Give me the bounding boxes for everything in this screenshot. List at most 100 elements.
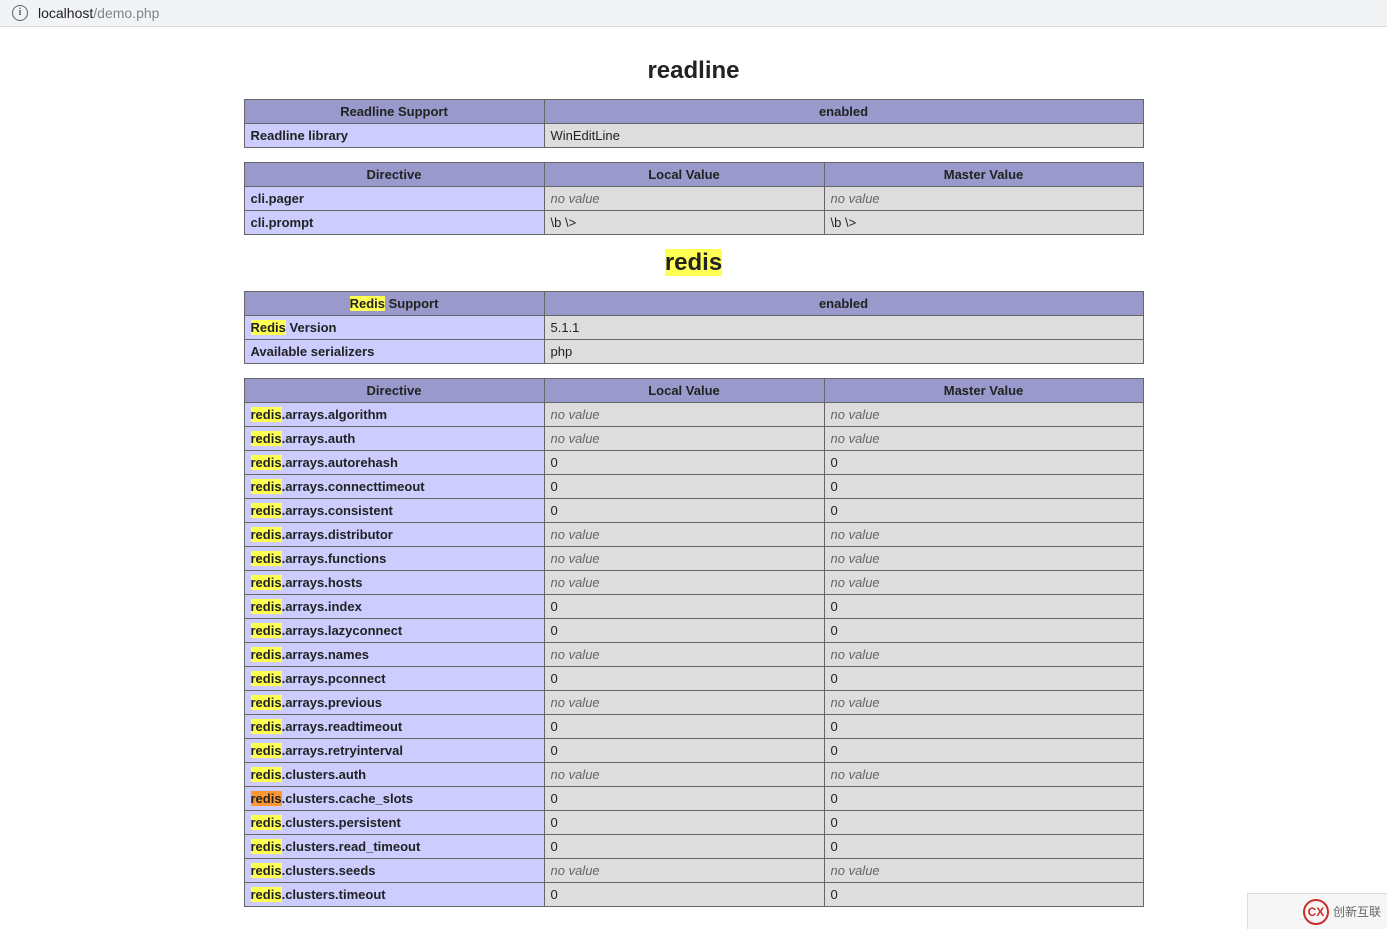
table-cell: 0 [544, 739, 824, 763]
table-cell: redis.arrays.pconnect [244, 667, 544, 691]
table-cell: 0 [544, 811, 824, 835]
url-path: /demo.php [93, 5, 159, 21]
phpinfo-content: readline Readline Support enabled Readli… [244, 27, 1144, 907]
table-cell: 5.1.1 [544, 316, 1143, 340]
table-cell: 0 [824, 667, 1143, 691]
table-row: redis.clusters.cache_slots00 [244, 787, 1143, 811]
table-row: redis.arrays.algorithmno valueno value [244, 403, 1143, 427]
table-cell: redis.arrays.auth [244, 427, 544, 451]
table-cell: no value [824, 763, 1143, 787]
redis-directives-table: Directive Local Value Master Value redis… [244, 378, 1144, 907]
table-row: Readline libraryWinEditLine [244, 124, 1143, 148]
table-cell: 0 [544, 715, 824, 739]
table-cell: Redis Version [244, 316, 544, 340]
table-row: redis.arrays.lazyconnect00 [244, 619, 1143, 643]
table-cell: no value [824, 427, 1143, 451]
table-row: redis.arrays.previousno valueno value [244, 691, 1143, 715]
table-cell: no value [544, 187, 824, 211]
table-header: Master Value [824, 379, 1143, 403]
table-header: Directive [244, 163, 544, 187]
table-cell: 0 [544, 451, 824, 475]
table-row: redis.arrays.retryinterval00 [244, 739, 1143, 763]
table-cell: redis.arrays.retryinterval [244, 739, 544, 763]
table-header: Master Value [824, 163, 1143, 187]
table-cell: redis.arrays.names [244, 643, 544, 667]
table-cell: redis.arrays.hosts [244, 571, 544, 595]
watermark: CX 创新互联 [1247, 893, 1387, 929]
table-cell: redis.arrays.algorithm [244, 403, 544, 427]
table-cell: Readline library [244, 124, 544, 148]
table-cell: WinEditLine [544, 124, 1143, 148]
section-heading-redis: redis [244, 249, 1144, 277]
table-row: Redis Version5.1.1 [244, 316, 1143, 340]
table-row: redis.arrays.pconnect00 [244, 667, 1143, 691]
readline-support-table: Readline Support enabled Readline librar… [244, 99, 1144, 148]
table-cell: 0 [824, 715, 1143, 739]
table-cell: 0 [824, 595, 1143, 619]
table-cell: 0 [824, 811, 1143, 835]
table-cell: 0 [544, 619, 824, 643]
table-cell: redis.arrays.consistent [244, 499, 544, 523]
table-row: redis.arrays.functionsno valueno value [244, 547, 1143, 571]
table-row: redis.clusters.authno valueno value [244, 763, 1143, 787]
table-cell: \b \> [544, 211, 824, 235]
address-bar[interactable]: i localhost/demo.php [0, 0, 1387, 27]
info-icon[interactable]: i [12, 5, 28, 21]
table-row: redis.clusters.timeout00 [244, 883, 1143, 907]
table-header: Redis Support [244, 292, 544, 316]
table-row: cli.prompt\b \>\b \> [244, 211, 1143, 235]
table-cell: redis.arrays.index [244, 595, 544, 619]
redis-support-table: Redis Support enabled Redis Version5.1.1… [244, 291, 1144, 364]
table-cell: no value [544, 571, 824, 595]
table-row: redis.arrays.consistent00 [244, 499, 1143, 523]
table-cell: redis.clusters.read_timeout [244, 835, 544, 859]
table-cell: no value [544, 547, 824, 571]
url: localhost/demo.php [38, 5, 159, 21]
table-cell: cli.prompt [244, 211, 544, 235]
table-cell: 0 [824, 739, 1143, 763]
watermark-icon: CX [1303, 899, 1329, 925]
table-cell: redis.arrays.functions [244, 547, 544, 571]
table-cell: \b \> [824, 211, 1143, 235]
table-cell: redis.arrays.connecttimeout [244, 475, 544, 499]
table-header: Directive [244, 379, 544, 403]
table-cell: 0 [824, 883, 1143, 907]
url-host: localhost [38, 5, 93, 21]
table-cell: redis.arrays.readtimeout [244, 715, 544, 739]
table-cell: no value [544, 643, 824, 667]
table-cell: 0 [824, 451, 1143, 475]
table-cell: 0 [544, 883, 824, 907]
table-cell: 0 [824, 619, 1143, 643]
table-cell: php [544, 340, 1143, 364]
table-cell: redis.clusters.cache_slots [244, 787, 544, 811]
table-cell: no value [824, 643, 1143, 667]
table-row: redis.arrays.autorehash00 [244, 451, 1143, 475]
table-header: Readline Support [244, 100, 544, 124]
table-cell: no value [544, 523, 824, 547]
table-row: redis.arrays.readtimeout00 [244, 715, 1143, 739]
table-cell: 0 [544, 835, 824, 859]
table-cell: redis.clusters.seeds [244, 859, 544, 883]
table-cell: no value [824, 523, 1143, 547]
readline-directives-table: Directive Local Value Master Value cli.p… [244, 162, 1144, 235]
table-cell: 0 [544, 475, 824, 499]
table-cell: 0 [544, 499, 824, 523]
table-cell: no value [544, 859, 824, 883]
table-row: redis.arrays.hostsno valueno value [244, 571, 1143, 595]
table-cell: redis.arrays.previous [244, 691, 544, 715]
table-row: redis.arrays.authno valueno value [244, 427, 1143, 451]
table-cell: Available serializers [244, 340, 544, 364]
table-cell: no value [544, 427, 824, 451]
table-header: Local Value [544, 379, 824, 403]
section-heading-readline: readline [244, 57, 1144, 85]
table-row: Available serializersphp [244, 340, 1143, 364]
table-cell: 0 [824, 475, 1143, 499]
table-cell: no value [824, 571, 1143, 595]
table-cell: 0 [824, 835, 1143, 859]
table-row: cli.pagerno valueno value [244, 187, 1143, 211]
table-cell: no value [824, 187, 1143, 211]
table-cell: no value [544, 403, 824, 427]
table-cell: redis.arrays.distributor [244, 523, 544, 547]
table-cell: redis.clusters.timeout [244, 883, 544, 907]
table-cell: no value [544, 691, 824, 715]
